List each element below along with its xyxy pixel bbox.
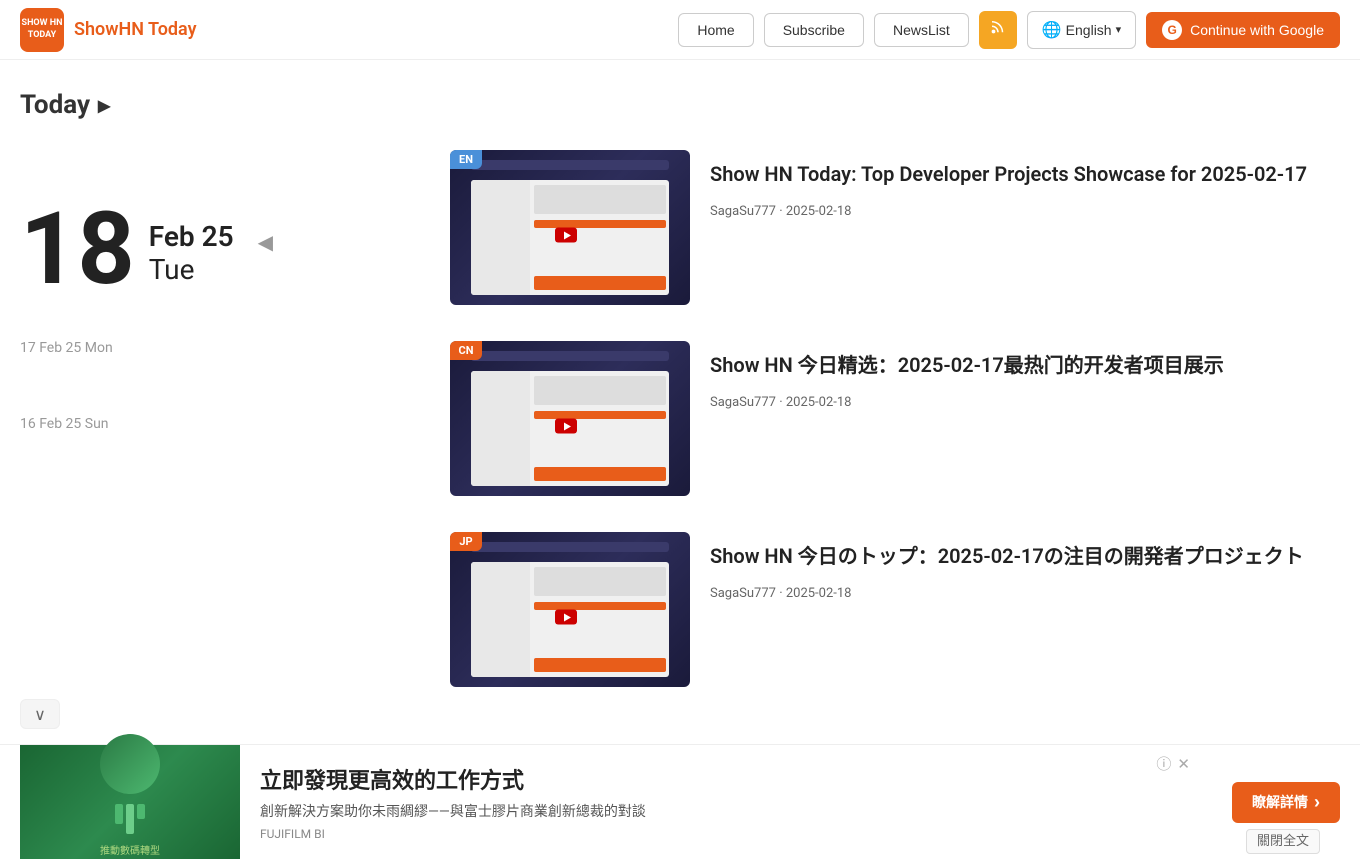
- article-thumbnail-1[interactable]: CN: [450, 341, 690, 496]
- thumb-inner-0: [450, 150, 690, 305]
- continue-with-google-button[interactable]: G Continue with Google: [1146, 12, 1340, 48]
- thumb-bottom-bar: [534, 467, 666, 481]
- date-info: Feb 25 Tue: [149, 200, 234, 286]
- articles-column: EN S: [450, 140, 1340, 697]
- prev-date-0[interactable]: 17 Feb 25 Mon: [20, 340, 450, 356]
- prev-date-1[interactable]: 16 Feb 25 Sun: [20, 416, 450, 432]
- article-meta-2: Show HN 今日のトップ：2025-02-17の注目の開発者プロジェクト S…: [710, 532, 1340, 601]
- date-column: 18 Feb 25 Tue ◀ 17 Feb 25 Mon 16 Feb 25 …: [20, 140, 450, 697]
- article-title-1[interactable]: Show HN 今日精选：2025-02-17最热门的开发者项目展示: [710, 351, 1340, 379]
- ad-controls: ⓘ ✕: [1156, 753, 1190, 774]
- newslist-button[interactable]: NewsList: [874, 13, 969, 47]
- article-author-1: SagaSu777 · 2025-02-18: [710, 395, 1340, 410]
- thumb-content: [471, 562, 669, 677]
- prev-arrow-icon[interactable]: ◀: [258, 230, 273, 254]
- google-icon: G: [1162, 20, 1182, 40]
- ad-info-icon[interactable]: ⓘ: [1156, 753, 1171, 774]
- chevron-down-icon: ∨: [34, 705, 46, 724]
- cta-arrow-icon: ›: [1314, 792, 1320, 813]
- date-display: 18 Feb 25 Tue ◀: [20, 200, 450, 300]
- ad-logo: FUJIFILM: [106, 713, 154, 726]
- lang-badge-en: EN: [450, 150, 482, 169]
- ad-cta-block: 瞭解詳情 ›: [1232, 782, 1340, 823]
- thumb-content: [471, 180, 669, 295]
- play-icon: [564, 613, 571, 621]
- header-left: SHOW HN TODAY ShowHN Today: [20, 8, 197, 52]
- ad-visual: [100, 730, 160, 834]
- today-heading: Today ▶: [20, 90, 1340, 120]
- rss-icon: [989, 18, 1007, 41]
- site-title: ShowHN Today: [74, 19, 197, 40]
- ad-close-icon[interactable]: ✕: [1177, 755, 1190, 773]
- play-icon: [564, 422, 571, 430]
- rss-button[interactable]: [979, 11, 1017, 49]
- article-card: CN S: [450, 331, 1340, 506]
- ad-brand-name: FUJIFILM BI: [260, 827, 1212, 841]
- home-button[interactable]: Home: [678, 13, 753, 47]
- today-arrow-icon: ▶: [98, 96, 110, 115]
- article-thumbnail-2[interactable]: JP: [450, 532, 690, 687]
- prev-dates-list: 17 Feb 25 Mon 16 Feb 25 Sun: [20, 340, 450, 432]
- thumb-inner-1: [450, 341, 690, 496]
- site-name-text: ShowHN: [74, 19, 144, 40]
- thumb-play-btn: [555, 228, 577, 243]
- lang-badge-cn: CN: [450, 341, 482, 360]
- thumb-inner-2: [450, 532, 690, 687]
- main-content: Today ▶ 18 Feb 25 Tue ◀ 17 Feb 25 Mon 16…: [0, 60, 1360, 727]
- lang-badge-jp: JP: [450, 532, 482, 551]
- ad-sub-title: 創新解決方案助你未雨綢繆——與富士膠片商業創新總裁的對談: [260, 801, 1212, 821]
- ad-tagline: 推動數碼轉型: [100, 842, 160, 857]
- thumb-main: [534, 376, 666, 405]
- ad-image: FUJIFILM 推動數碼轉型 充分發揮資訊與人才的潛能 富士膠片商業創新: [20, 745, 240, 859]
- thumb-play-btn: [555, 610, 577, 625]
- play-icon: [564, 231, 571, 239]
- ad-banner: FUJIFILM 推動數碼轉型 充分發揮資訊與人才的潛能 富士膠片商業創新 立即…: [0, 744, 1360, 859]
- browser-bar: [471, 351, 669, 361]
- article-card: EN S: [450, 140, 1340, 315]
- article-title-2[interactable]: Show HN 今日のトップ：2025-02-17の注目の開発者プロジェクト: [710, 542, 1340, 570]
- article-author-0: SagaSu777 · 2025-02-18: [710, 204, 1340, 219]
- ad-circle-graphic: [100, 734, 160, 794]
- article-meta-1: Show HN 今日精选：2025-02-17最热门的开发者项目展示 SagaS…: [710, 341, 1340, 410]
- ad-text-block: 立即發現更高效的工作方式 創新解決方案助你未雨綢繆——與富士膠片商業創新總裁的對…: [260, 763, 1212, 841]
- subscribe-button[interactable]: Subscribe: [764, 13, 864, 47]
- thumb-main: [534, 567, 666, 596]
- thumb-bottom-bar: [534, 658, 666, 672]
- browser-bar: [471, 160, 669, 170]
- thumb-play-btn: [555, 419, 577, 434]
- article-thumbnail-0[interactable]: EN: [450, 150, 690, 305]
- thumb-content: [471, 371, 669, 486]
- ad-close-text-btn[interactable]: 關閉全文: [1246, 830, 1320, 849]
- header: SHOW HN TODAY ShowHN Today Home Subscrib…: [0, 0, 1360, 60]
- thumb-red-bar: [534, 602, 666, 610]
- ad-bars: [115, 804, 145, 834]
- thumb-main: [534, 185, 666, 214]
- translate-icon: 🌐: [1042, 20, 1062, 40]
- ad-main-title: 立即發現更高效的工作方式: [260, 763, 1212, 795]
- thumb-sidebar: [471, 180, 530, 295]
- logo: SHOW HN TODAY: [20, 8, 64, 52]
- language-button[interactable]: 🌐 English ▾: [1027, 11, 1136, 49]
- ad-cta-button[interactable]: 瞭解詳情 ›: [1232, 782, 1340, 823]
- thumb-bottom-bar: [534, 276, 666, 290]
- date-day-name: Tue: [149, 253, 234, 286]
- chevron-down-icon: ▾: [1116, 23, 1122, 36]
- thumb-red-bar: [534, 411, 666, 419]
- thumb-sidebar: [471, 371, 530, 486]
- date-month-year: Feb 25: [149, 220, 234, 253]
- browser-bar: [471, 542, 669, 552]
- article-title-0[interactable]: Show HN Today: Top Developer Projects Sh…: [710, 160, 1340, 188]
- article-card: JP S: [450, 522, 1340, 697]
- bottom-chevron-button[interactable]: ∨: [20, 699, 60, 729]
- header-nav: Home Subscribe NewsList 🌐 English ▾ G Co…: [678, 11, 1340, 49]
- article-author-2: SagaSu777 · 2025-02-18: [710, 586, 1340, 601]
- date-number: 18: [20, 200, 135, 300]
- thumb-red-bar: [534, 220, 666, 228]
- article-meta-0: Show HN Today: Top Developer Projects Sh…: [710, 150, 1340, 219]
- content-area: 18 Feb 25 Tue ◀ 17 Feb 25 Mon 16 Feb 25 …: [20, 140, 1340, 697]
- thumb-sidebar: [471, 562, 530, 677]
